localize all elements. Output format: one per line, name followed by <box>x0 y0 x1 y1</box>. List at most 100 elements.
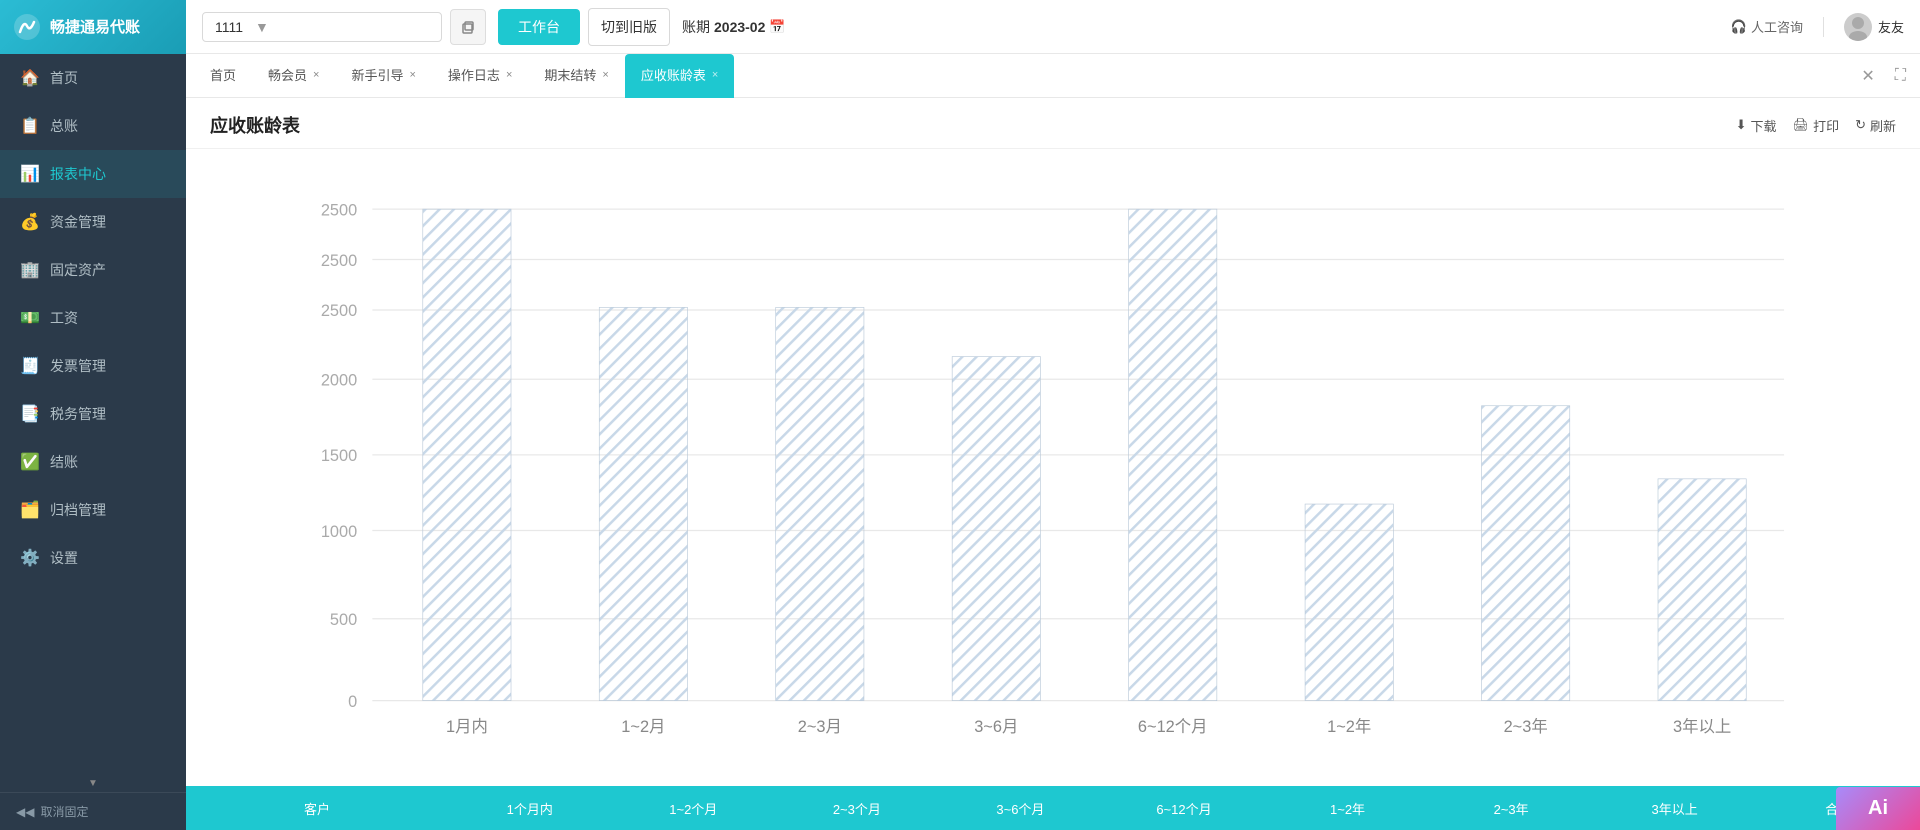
main-content: 首页 畅会员 × 新手引导 × 操作日志 × 期末结转 × 应收账龄表 × ✕ … <box>186 54 1920 830</box>
tab-close-all-button[interactable]: ✕ <box>1855 64 1880 88</box>
aging-chart: 2500 2500 2500 2000 1500 1000 500 0 <box>210 165 1896 770</box>
table-header-cell-8: 3年以上 <box>1593 799 1757 818</box>
sidebar-label-home: 首页 <box>50 68 78 88</box>
table-header-cell-4: 3~6个月 <box>939 799 1103 818</box>
tab-closing-close[interactable]: × <box>602 69 608 81</box>
right-header: 🎧 人工咨询 友友 <box>1731 13 1904 41</box>
company-selector[interactable]: 1111 ▼ <box>202 12 442 42</box>
tab-aging-close[interactable]: × <box>712 69 718 81</box>
sidebar-item-settings[interactable]: ⚙️ 设置 <box>0 534 186 582</box>
svg-text:6~12个月: 6~12个月 <box>1138 718 1208 736</box>
tab-oplog[interactable]: 操作日志 × <box>432 54 528 98</box>
settings-icon: ⚙️ <box>20 548 40 568</box>
sidebar-item-tax[interactable]: 📑 税务管理 <box>0 390 186 438</box>
sidebar-scroll: 🏠 首页 📋 总账 📊 报表中心 💰 资金管理 🏢 固定资产 💵 工资 🧾 发票… <box>0 54 186 774</box>
page-header: 应收账龄表 ⬇ 下载 🖨 打印 ↻ 刷新 <box>186 98 1920 149</box>
company-name: 1111 <box>215 19 243 35</box>
sidebar-label-reports: 报表中心 <box>50 164 106 184</box>
tabs-bar: 首页 畅会员 × 新手引导 × 操作日志 × 期末结转 × 应收账龄表 × ✕ … <box>186 54 1920 98</box>
svg-text:2~3月: 2~3月 <box>798 718 842 736</box>
page-area: 应收账龄表 ⬇ 下载 🖨 打印 ↻ 刷新 2500 <box>186 98 1920 830</box>
sidebar-cancel-pin[interactable]: ◀◀ 取消固定 <box>0 792 186 830</box>
logo-icon <box>12 12 42 42</box>
svg-text:2000: 2000 <box>321 372 357 390</box>
sidebar-item-archive[interactable]: 🗂️ 归档管理 <box>0 486 186 534</box>
tabs-right: ✕ ⛶ <box>1855 64 1912 88</box>
tab-oplog-close[interactable]: × <box>506 69 512 81</box>
svg-text:1~2月: 1~2月 <box>621 718 665 736</box>
table-header: 客户1个月内1~2个月2~3个月3~6个月6~12个月1~2年2~3年3年以上合… <box>186 786 1920 830</box>
table-header-cell-1: 1个月内 <box>448 799 612 818</box>
svg-text:1~2年: 1~2年 <box>1327 718 1371 736</box>
tab-closing[interactable]: 期末结转 × <box>528 54 624 98</box>
archive-icon: 🗂️ <box>20 500 40 520</box>
sidebar-item-reports[interactable]: 📊 报表中心 <box>0 150 186 198</box>
sidebar-label-ledger: 总账 <box>50 116 78 136</box>
svg-text:3年以上: 3年以上 <box>1673 718 1731 736</box>
page-actions: ⬇ 下载 🖨 打印 ↻ 刷新 <box>1736 116 1896 135</box>
pin-icon: ◀◀ <box>16 805 34 819</box>
sidebar-item-funds[interactable]: 💰 资金管理 <box>0 198 186 246</box>
print-button[interactable]: 🖨 打印 <box>1793 116 1840 135</box>
sidebar-label-salary: 工资 <box>50 308 78 328</box>
sidebar-item-invoice[interactable]: 🧾 发票管理 <box>0 342 186 390</box>
invoice-icon: 🧾 <box>20 356 40 376</box>
headset-icon: 🎧 <box>1731 19 1747 35</box>
user-avatar <box>1844 13 1872 41</box>
table-header-cell-0: 客户 <box>186 799 448 818</box>
copy-icon <box>460 19 476 35</box>
print-icon: 🖨 <box>1793 117 1810 133</box>
svg-text:500: 500 <box>330 611 357 629</box>
tab-home[interactable]: 首页 <box>194 54 252 98</box>
switch-button[interactable]: 切到旧版 <box>588 8 670 46</box>
copy-button[interactable] <box>450 9 486 45</box>
table-header-cell-2: 1~2个月 <box>612 799 776 818</box>
print-label: 打印 <box>1813 116 1839 135</box>
refresh-button[interactable]: ↻ 刷新 <box>1855 116 1896 135</box>
tab-member-close[interactable]: × <box>313 69 319 81</box>
tab-member-label: 畅会员 <box>268 65 307 84</box>
calendar-icon[interactable]: 📅 <box>769 19 785 35</box>
header-divider <box>1823 17 1824 37</box>
table-header-cell-6: 1~2年 <box>1266 799 1430 818</box>
workbench-button[interactable]: 工作台 <box>498 9 580 45</box>
user-button[interactable]: 友友 <box>1844 13 1904 41</box>
sidebar-label-settle: 结账 <box>50 452 78 472</box>
sidebar-item-assets[interactable]: 🏢 固定资产 <box>0 246 186 294</box>
support-button[interactable]: 🎧 人工咨询 <box>1731 17 1803 36</box>
support-label: 人工咨询 <box>1751 17 1803 36</box>
table-header-cell-7: 2~3年 <box>1429 799 1593 818</box>
tab-guide[interactable]: 新手引导 × <box>335 54 431 98</box>
svg-text:1000: 1000 <box>321 523 357 541</box>
tab-oplog-label: 操作日志 <box>448 65 500 84</box>
ai-badge[interactable]: Ai <box>1836 787 1920 830</box>
tab-aging[interactable]: 应收账龄表 × <box>625 54 734 98</box>
table-header-cell-5: 6~12个月 <box>1102 799 1266 818</box>
download-label: 下载 <box>1751 116 1777 135</box>
tab-aging-label: 应收账龄表 <box>641 65 706 84</box>
sidebar-item-home[interactable]: 🏠 首页 <box>0 54 186 102</box>
svg-text:2500: 2500 <box>321 201 357 219</box>
sidebar-label-funds: 资金管理 <box>50 212 106 232</box>
sidebar-item-settle[interactable]: ✅ 结账 <box>0 438 186 486</box>
sidebar-scroll-down[interactable]: ▼ <box>0 774 186 792</box>
sidebar-label-tax: 税务管理 <box>50 404 106 424</box>
tab-home-label: 首页 <box>210 65 236 84</box>
sidebar-item-ledger[interactable]: 📋 总账 <box>0 102 186 150</box>
dropdown-arrow-icon: ▼ <box>255 19 269 35</box>
svg-text:1月内: 1月内 <box>446 718 488 736</box>
tab-guide-close[interactable]: × <box>409 69 415 81</box>
sidebar-label-settings: 设置 <box>50 548 78 568</box>
sidebar-item-salary[interactable]: 💵 工资 <box>0 294 186 342</box>
tab-member[interactable]: 畅会员 × <box>252 54 335 98</box>
tab-guide-label: 新手引导 <box>351 65 403 84</box>
period-value: 2023-02 <box>714 19 765 35</box>
logo-area: 畅捷通易代账 <box>0 0 186 54</box>
tab-expand-button[interactable]: ⛶ <box>1889 65 1912 87</box>
user-label: 友友 <box>1878 17 1904 36</box>
sidebar: 🏠 首页 📋 总账 📊 报表中心 💰 资金管理 🏢 固定资产 💵 工资 🧾 发票… <box>0 54 186 830</box>
table-header-cell-3: 2~3个月 <box>775 799 939 818</box>
refresh-label: 刷新 <box>1870 116 1896 135</box>
download-button[interactable]: ⬇ 下载 <box>1736 116 1777 135</box>
download-icon: ⬇ <box>1736 117 1747 133</box>
